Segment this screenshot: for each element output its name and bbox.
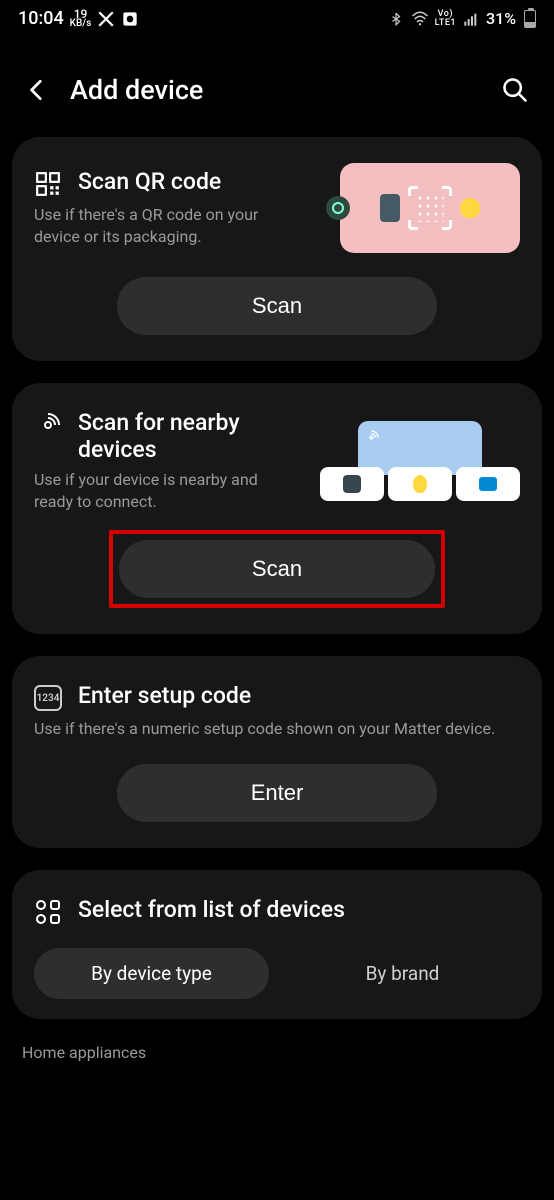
- scan-qr-card: Scan QR code Use if there's a QR code on…: [12, 137, 542, 361]
- search-button[interactable]: [498, 73, 532, 107]
- setup-card-desc: Use if there's a numeric setup code show…: [34, 718, 520, 740]
- battery-icon: [524, 10, 536, 28]
- highlight-annotation: Scan: [109, 530, 445, 608]
- select-from-list-card: Select from list of devices By device ty…: [12, 870, 542, 1019]
- nearby-illustration: [320, 421, 520, 501]
- category-home-appliances: Home appliances: [22, 1043, 532, 1062]
- qr-card-title: Scan QR code: [78, 168, 221, 195]
- signal-icon: [462, 10, 480, 28]
- device-list-icon: [34, 898, 62, 926]
- qr-illustration: [340, 163, 520, 253]
- status-left: 10:04 19 KB/s: [18, 8, 139, 29]
- page-title: Add device: [70, 74, 498, 106]
- status-bar: 10:04 19 KB/s Vo)LTE1 31%: [0, 0, 554, 33]
- qr-scan-button[interactable]: Scan: [117, 277, 437, 335]
- tab-by-device-type[interactable]: By device type: [34, 948, 269, 999]
- clock: 10:04: [18, 8, 64, 29]
- qr-card-desc: Use if there's a QR code on your device …: [34, 204, 294, 247]
- radar-icon: [34, 411, 62, 439]
- nearby-card-title: Scan for nearby devices: [78, 409, 312, 463]
- wifi-icon: [411, 10, 429, 28]
- page-header: Add device: [0, 33, 554, 137]
- x-app-icon: [97, 10, 115, 28]
- tab-row: By device type By brand: [34, 948, 520, 999]
- bluetooth-icon: [387, 10, 405, 28]
- camera-app-icon: [121, 10, 139, 28]
- enter-setup-code-card: 1234 Enter setup code Use if there's a n…: [12, 656, 542, 848]
- back-button[interactable]: [22, 75, 52, 105]
- battery-percent: 31%: [486, 9, 516, 28]
- qr-code-icon: [34, 170, 62, 198]
- nearby-scan-button[interactable]: Scan: [119, 540, 435, 598]
- enter-button[interactable]: Enter: [117, 764, 437, 822]
- tab-by-brand[interactable]: By brand: [285, 948, 520, 999]
- status-right: Vo)LTE1 31%: [387, 9, 536, 28]
- setup-card-title: Enter setup code: [78, 682, 251, 709]
- volte-icon: Vo)LTE1: [435, 10, 456, 28]
- list-card-title: Select from list of devices: [78, 896, 345, 923]
- scan-nearby-card: Scan for nearby devices Use if your devi…: [12, 383, 542, 634]
- net-speed: 19 KB/s: [70, 9, 92, 29]
- setup-code-icon: 1234: [34, 684, 62, 712]
- nearby-card-desc: Use if your device is nearby and ready t…: [34, 469, 294, 512]
